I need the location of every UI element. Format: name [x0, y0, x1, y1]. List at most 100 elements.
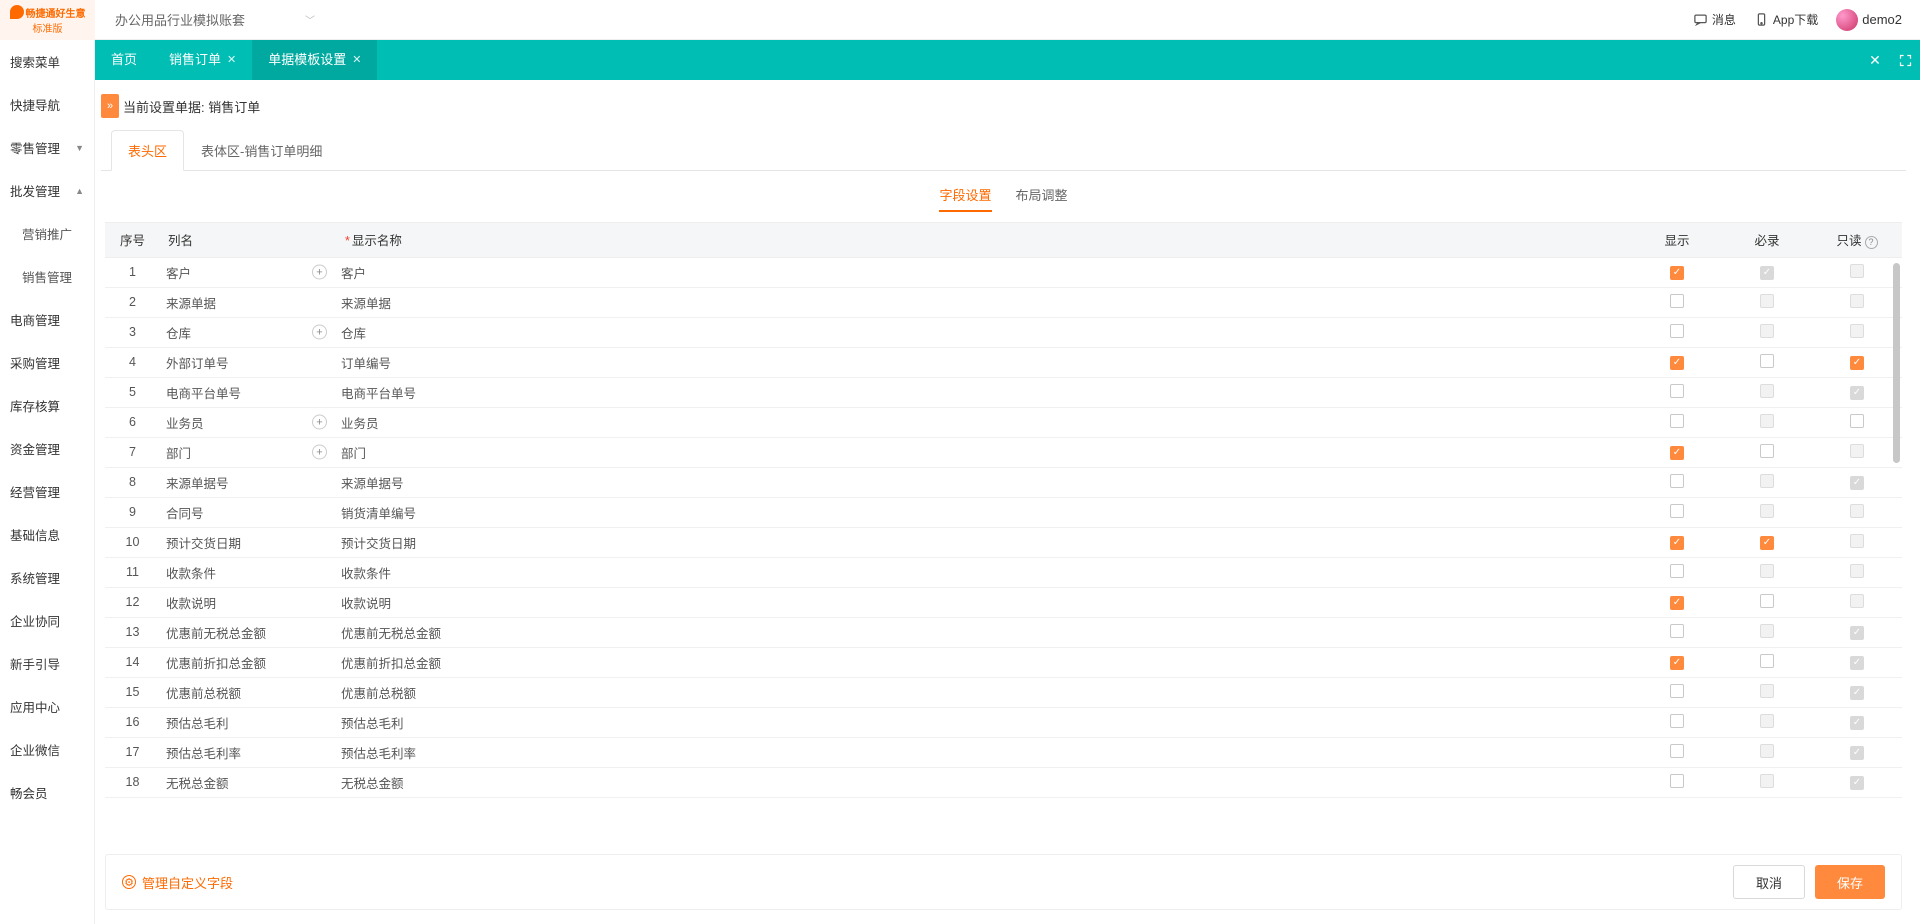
checkbox-readonly: [1850, 686, 1864, 700]
checkbox-required[interactable]: [1760, 444, 1774, 458]
sidebar-item[interactable]: 基础信息: [0, 513, 94, 556]
cell-display-name[interactable]: 收款说明: [335, 587, 1632, 617]
cell-display-name[interactable]: 来源单据号: [335, 467, 1632, 497]
cell-required: [1722, 527, 1812, 557]
cell-display-name[interactable]: 预估总毛利率: [335, 737, 1632, 767]
chevron-down-icon: ▼: [75, 143, 84, 153]
cell-display-name[interactable]: 预计交货日期: [335, 527, 1632, 557]
sidebar-item[interactable]: 营销推广: [0, 212, 94, 255]
manage-custom-fields-link[interactable]: 管理自定义字段: [122, 873, 233, 892]
checkbox-readonly[interactable]: [1850, 414, 1864, 428]
cell-display-name[interactable]: 客户: [335, 257, 1632, 287]
cell-index: 3: [105, 317, 160, 347]
close-icon[interactable]: ✕: [352, 40, 361, 80]
fullscreen-button[interactable]: [1890, 40, 1920, 80]
sidebar-item[interactable]: 库存核算: [0, 384, 94, 427]
sidebar-item[interactable]: 批发管理▲: [0, 169, 94, 212]
tab-label: 首页: [111, 40, 137, 80]
cell-display-name[interactable]: 来源单据: [335, 287, 1632, 317]
add-icon[interactable]: +: [312, 415, 327, 430]
sidebar-item[interactable]: 资金管理: [0, 427, 94, 470]
checkbox-show[interactable]: [1670, 474, 1684, 488]
area-tab[interactable]: 表头区: [111, 130, 184, 171]
add-icon[interactable]: +: [312, 325, 327, 340]
table-row: 17预估总毛利率预估总毛利率: [105, 737, 1902, 767]
add-icon[interactable]: +: [312, 445, 327, 460]
sidebar-item[interactable]: 快捷导航: [0, 83, 94, 126]
checkbox-show[interactable]: [1670, 564, 1684, 578]
checkbox-required[interactable]: [1760, 354, 1774, 368]
checkbox-readonly[interactable]: [1850, 356, 1864, 370]
cell-display-name[interactable]: 部门: [335, 437, 1632, 467]
checkbox-show[interactable]: [1670, 714, 1684, 728]
sidebar-item[interactable]: 搜索菜单: [0, 40, 94, 83]
app-download-button[interactable]: App下载: [1754, 11, 1818, 28]
checkbox-show[interactable]: [1670, 384, 1684, 398]
cell-display-name[interactable]: 优惠前总税额: [335, 677, 1632, 707]
sidebar-item[interactable]: 采购管理: [0, 341, 94, 384]
checkbox-required: [1760, 684, 1774, 698]
close-icon[interactable]: ✕: [227, 40, 236, 80]
cell-display-name[interactable]: 预估总毛利: [335, 707, 1632, 737]
sidebar-item[interactable]: 零售管理▼: [0, 126, 94, 169]
cell-name: 优惠前无税总金额: [160, 617, 335, 647]
sidebar-item[interactable]: 企业微信: [0, 728, 94, 771]
sidebar-item[interactable]: 电商管理: [0, 298, 94, 341]
org-selector[interactable]: 办公用品行业模拟账套 ﹀: [115, 10, 315, 29]
cell-display-name[interactable]: 优惠前无税总金额: [335, 617, 1632, 647]
checkbox-show[interactable]: [1670, 774, 1684, 788]
checkbox-show[interactable]: [1670, 656, 1684, 670]
cell-display-name[interactable]: 无税总金额: [335, 767, 1632, 797]
sidebar-item[interactable]: 新手引导: [0, 642, 94, 685]
section-tab[interactable]: 布局调整: [1016, 185, 1068, 212]
tab[interactable]: 首页: [95, 40, 153, 80]
cell-index: 15: [105, 677, 160, 707]
messages-label: 消息: [1712, 11, 1736, 28]
scrollbar-thumb[interactable]: [1893, 263, 1900, 463]
collapse-toggle[interactable]: »: [101, 94, 119, 118]
checkbox-show[interactable]: [1670, 324, 1684, 338]
checkbox-show[interactable]: [1670, 266, 1684, 280]
cell-index: 17: [105, 737, 160, 767]
tab[interactable]: 单据模板设置✕: [252, 40, 377, 80]
cell-name: 预估总毛利率: [160, 737, 335, 767]
sidebar-item[interactable]: 畅会员: [0, 771, 94, 814]
sidebar-item[interactable]: 销售管理: [0, 255, 94, 298]
sidebar-item[interactable]: 系统管理: [0, 556, 94, 599]
cell-display-name[interactable]: 收款条件: [335, 557, 1632, 587]
sidebar-item[interactable]: 经营管理: [0, 470, 94, 513]
tab[interactable]: 销售订单✕: [153, 40, 252, 80]
section-tab[interactable]: 字段设置: [939, 185, 991, 212]
logo[interactable]: 畅捷通好生意 标准版: [0, 0, 95, 40]
checkbox-required[interactable]: [1760, 654, 1774, 668]
checkbox-show[interactable]: [1670, 596, 1684, 610]
checkbox-show[interactable]: [1670, 356, 1684, 370]
cell-display-name[interactable]: 电商平台单号: [335, 377, 1632, 407]
checkbox-show[interactable]: [1670, 446, 1684, 460]
cell-display-name[interactable]: 仓库: [335, 317, 1632, 347]
add-icon[interactable]: +: [312, 265, 327, 280]
messages-button[interactable]: 消息: [1693, 11, 1736, 28]
sidebar-item[interactable]: 企业协同: [0, 599, 94, 642]
close-all-tabs-button[interactable]: ✕: [1860, 40, 1890, 80]
cell-display-name[interactable]: 优惠前折扣总金额: [335, 647, 1632, 677]
checkbox-show[interactable]: [1670, 684, 1684, 698]
checkbox-show[interactable]: [1670, 624, 1684, 638]
checkbox-show[interactable]: [1670, 414, 1684, 428]
cancel-button[interactable]: 取消: [1733, 865, 1805, 899]
cell-display-name[interactable]: 业务员: [335, 407, 1632, 437]
sidebar-item[interactable]: 应用中心: [0, 685, 94, 728]
checkbox-show[interactable]: [1670, 744, 1684, 758]
checkbox-show[interactable]: [1670, 294, 1684, 308]
checkbox-required[interactable]: [1760, 594, 1774, 608]
checkbox-show[interactable]: [1670, 536, 1684, 550]
area-tab[interactable]: 表体区-销售订单明细: [184, 130, 339, 171]
user-menu[interactable]: demo2: [1836, 9, 1902, 31]
cell-display-name[interactable]: 销货清单编号: [335, 497, 1632, 527]
help-icon[interactable]: ?: [1865, 236, 1878, 249]
save-button[interactable]: 保存: [1815, 865, 1885, 899]
sidebar-item-label: 库存核算: [10, 396, 60, 415]
cell-display-name[interactable]: 订单编号: [335, 347, 1632, 377]
checkbox-show[interactable]: [1670, 504, 1684, 518]
checkbox-required[interactable]: [1760, 536, 1774, 550]
